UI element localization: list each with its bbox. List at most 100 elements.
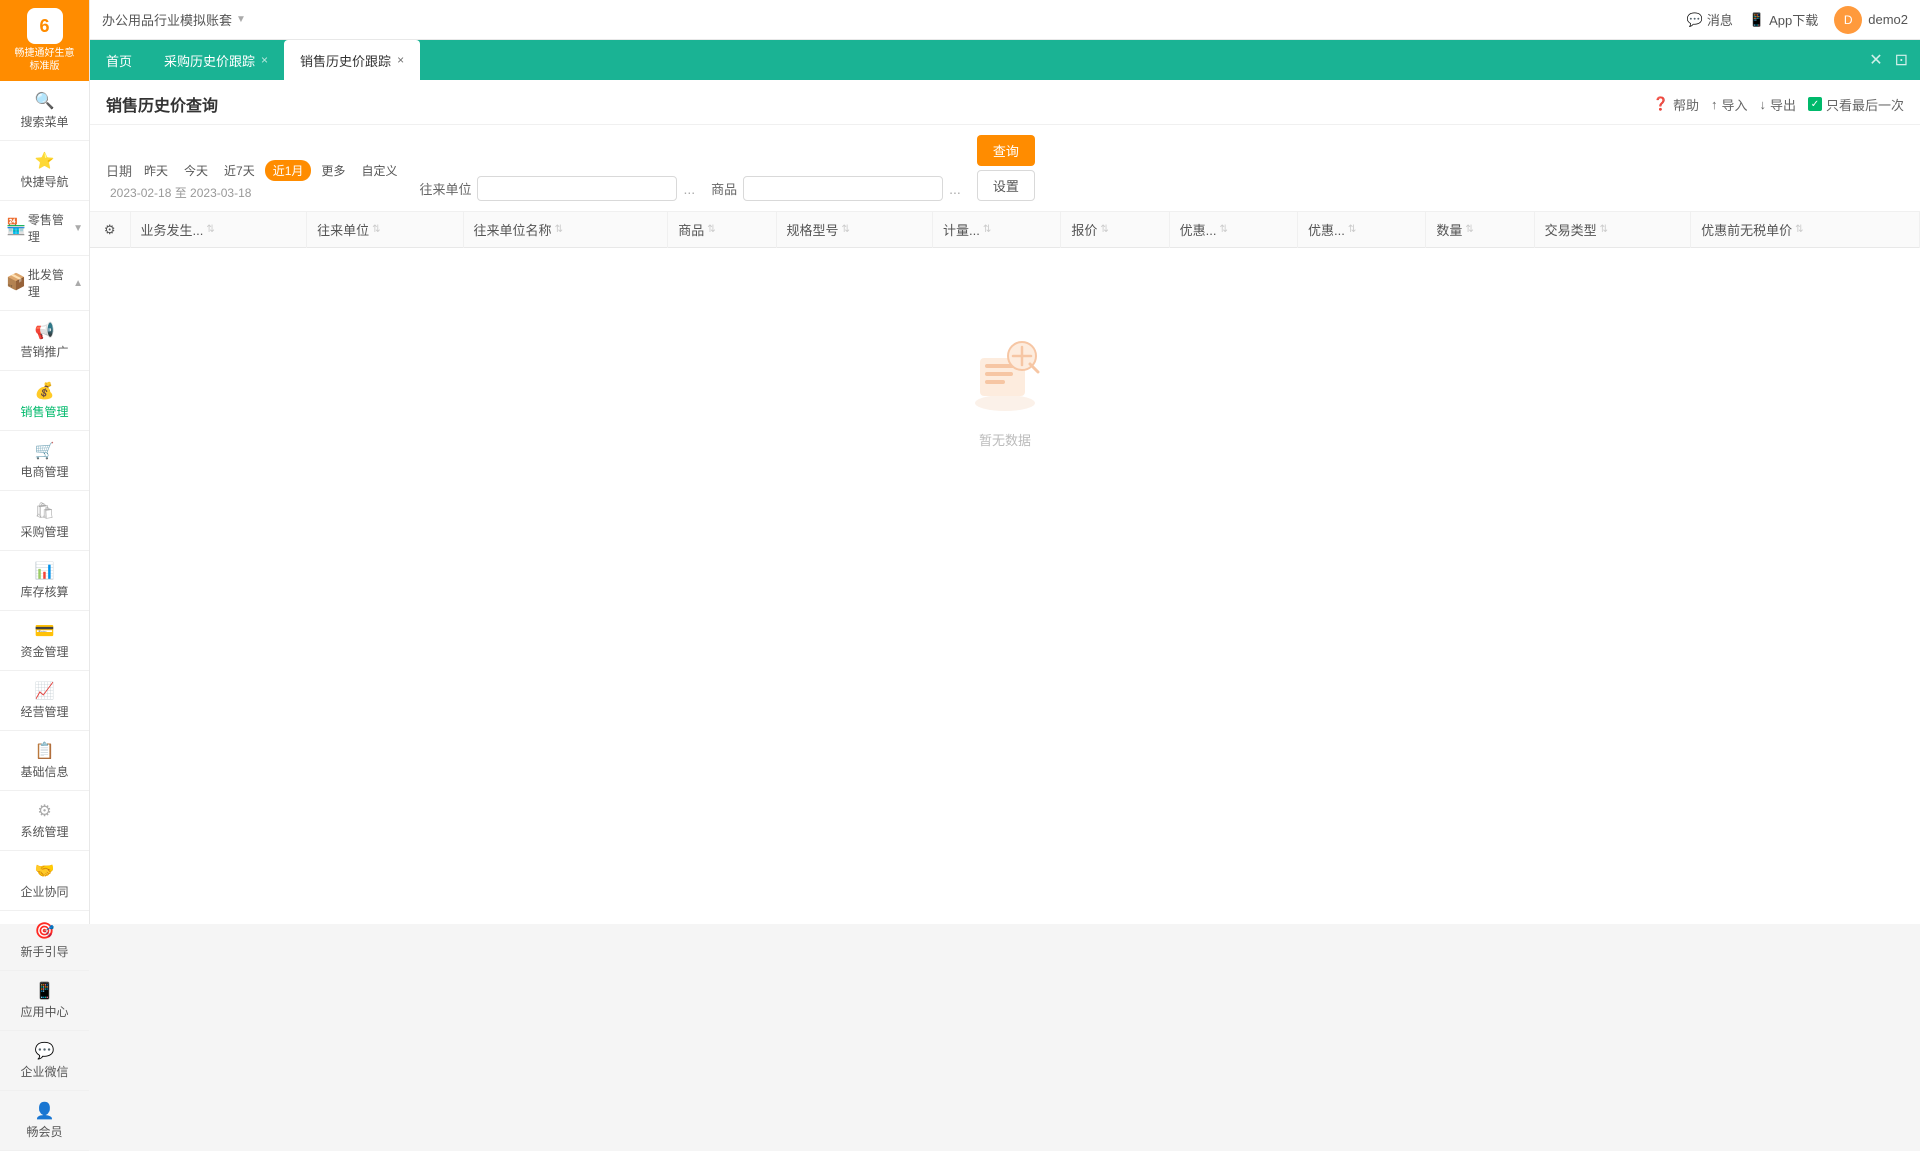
- chevron-up-icon: ▲: [73, 278, 83, 289]
- empty-illustration: [960, 328, 1050, 418]
- table-col-discount-rate[interactable]: 优惠... ⇅: [1169, 212, 1297, 248]
- table-col-discount-amt[interactable]: 优惠... ⇅: [1298, 212, 1426, 248]
- tab-close-sales[interactable]: ×: [397, 53, 404, 67]
- purchase-icon: 🛍: [34, 501, 54, 521]
- product-input[interactable]: [743, 176, 943, 201]
- sidebar-item-label: 基础信息: [20, 763, 68, 780]
- tab-purchase-history[interactable]: 采购历史价跟踪 ×: [148, 40, 284, 80]
- product-dots-button[interactable]: ...: [949, 181, 961, 197]
- date-tab-yesterday[interactable]: 昨天: [138, 160, 174, 181]
- table-col-pretax-price[interactable]: 优惠前无税单价 ⇅: [1691, 212, 1920, 248]
- customer-label: 往来单位: [419, 179, 471, 198]
- quick-nav-icon: ⭐: [35, 151, 55, 171]
- table-col-partner-name[interactable]: 往来单位名称 ⇅: [463, 212, 668, 248]
- sidebar-item-finance[interactable]: 💳 资金管理: [0, 611, 89, 671]
- sidebar-item-newbie[interactable]: 🎯 新手引导: [0, 911, 89, 971]
- table-col-spec[interactable]: 规格型号 ⇅: [776, 212, 932, 248]
- avatar: D: [1834, 6, 1862, 34]
- table-col-biz-date[interactable]: 业务发生... ⇅: [130, 212, 307, 248]
- sidebar-item-wholesale[interactable]: 📦 批发管理 ▲: [0, 256, 89, 311]
- user-menu[interactable]: D demo2: [1834, 6, 1908, 34]
- sort-icon: ⇅: [206, 224, 214, 235]
- sidebar-item-label: 应用中心: [20, 1003, 68, 1020]
- sidebar-item-apps[interactable]: 📱 应用中心: [0, 971, 89, 1031]
- date-tab-today[interactable]: 今天: [178, 160, 214, 181]
- empty-state: 暂无数据: [90, 248, 1920, 529]
- sidebar-item-search[interactable]: 🔍 搜索菜单: [0, 81, 89, 141]
- sort-icon: ⇅: [983, 224, 991, 235]
- customer-dots-button[interactable]: ...: [683, 181, 695, 197]
- sidebar-item-retail[interactable]: 🏪 零售管理 ▼: [0, 201, 89, 256]
- sidebar-item-operation[interactable]: 📈 经营管理: [0, 671, 89, 731]
- query-button[interactable]: 查询: [977, 135, 1035, 166]
- date-tab-custom[interactable]: 自定义: [355, 160, 403, 181]
- import-button[interactable]: ↑ 导入: [1711, 95, 1748, 114]
- wholesale-icon: 📦: [6, 272, 26, 292]
- customer-filter-group: 往来单位 ...: [419, 176, 695, 201]
- export-button[interactable]: ↓ 导出: [1759, 95, 1796, 114]
- sidebar-item-sales-mgmt[interactable]: 💰 销售管理: [0, 371, 89, 431]
- top-bar: 办公用品行业模拟账套 ▼ 💬 消息 📱 App下载 D demo2: [90, 0, 1920, 40]
- table-col-partner-code[interactable]: 往来单位 ⇅: [307, 212, 463, 248]
- chevron-down-icon: ▼: [73, 223, 83, 234]
- main-area: 办公用品行业模拟账套 ▼ 💬 消息 📱 App下载 D demo2 首页: [90, 0, 1920, 924]
- logo-text: 畅捷通好生意 标准版: [15, 47, 75, 73]
- table-col-gear[interactable]: ⚙: [90, 212, 130, 248]
- retail-icon: 🏪: [6, 217, 26, 237]
- message-icon: 💬: [1687, 12, 1703, 28]
- export-icon: ↓: [1759, 97, 1766, 112]
- sidebar: 6 畅捷通好生意 标准版 🔍 搜索菜单 ⭐ 快捷导航 🏪 零售管理 ▼ 📦 批发…: [0, 0, 90, 924]
- ecom-icon: 🛒: [35, 441, 55, 461]
- tab-home[interactable]: 首页: [90, 40, 148, 80]
- company-selector[interactable]: 办公用品行业模拟账套 ▼: [102, 10, 246, 29]
- company-name: 办公用品行业模拟账套: [102, 10, 232, 29]
- sort-icon: ⇅: [555, 224, 563, 235]
- sidebar-item-label: 经营管理: [20, 703, 68, 720]
- close-window-button[interactable]: ✕: [1865, 46, 1886, 74]
- help-button[interactable]: ❓ 帮助: [1653, 95, 1699, 114]
- operation-icon: 📈: [35, 681, 55, 701]
- sidebar-item-member[interactable]: 👤 畅会员: [0, 1091, 89, 1151]
- date-tab-7days[interactable]: 近7天: [218, 160, 261, 181]
- sidebar-item-label: 销售管理: [20, 403, 68, 420]
- app-logo[interactable]: 6 畅捷通好生意 标准版: [0, 0, 89, 81]
- sidebar-item-label: 搜索菜单: [20, 113, 68, 130]
- table-col-price[interactable]: 报价 ⇅: [1061, 212, 1169, 248]
- tab-label: 销售历史价跟踪: [300, 51, 391, 70]
- table-col-unit[interactable]: 计量... ⇅: [933, 212, 1061, 248]
- date-tab-1month[interactable]: 近1月: [265, 160, 312, 181]
- tab-label: 首页: [106, 51, 132, 70]
- message-button[interactable]: 💬 消息: [1687, 10, 1733, 29]
- sidebar-item-label: 系统管理: [20, 823, 68, 840]
- table-col-product[interactable]: 商品 ⇅: [668, 212, 776, 248]
- date-range-group: 日期 昨天 今天 近7天 近1月 更多 自定义 2023-02-18 至 202…: [106, 160, 403, 201]
- date-tab-more[interactable]: 更多: [315, 160, 351, 181]
- maximize-window-button[interactable]: ⊡: [1891, 46, 1912, 74]
- sidebar-item-basic-info[interactable]: 📋 基础信息: [0, 731, 89, 791]
- sidebar-item-ecom[interactable]: 🛒 电商管理: [0, 431, 89, 491]
- tab-bar-actions: ✕ ⊡: [1865, 46, 1920, 74]
- content-area: 销售历史价查询 ❓ 帮助 ↑ 导入 ↓ 导出 ✓ 只看最后一次: [90, 80, 1920, 924]
- sidebar-item-enterprise[interactable]: 🤝 企业协同: [0, 851, 89, 911]
- sidebar-item-system[interactable]: ⚙ 系统管理: [0, 791, 89, 851]
- settings-button[interactable]: 设置: [977, 170, 1035, 201]
- sidebar-item-quick-nav[interactable]: ⭐ 快捷导航: [0, 141, 89, 201]
- sidebar-item-inventory[interactable]: 📊 库存核算: [0, 551, 89, 611]
- phone-icon: 📱: [1749, 12, 1765, 28]
- sidebar-item-label: 批发管理: [28, 266, 71, 300]
- only-latest-checkbox-label[interactable]: ✓ 只看最后一次: [1808, 95, 1904, 114]
- sidebar-item-label: 采购管理: [20, 523, 68, 540]
- enterprise-icon: 🤝: [35, 861, 55, 881]
- data-table: ⚙ 业务发生... ⇅ 往来单位 ⇅: [90, 212, 1920, 248]
- app-download-button[interactable]: 📱 App下载: [1749, 10, 1818, 29]
- tab-sales-history[interactable]: 销售历史价跟踪 ×: [284, 40, 420, 80]
- query-actions: 查询 设置: [977, 135, 1035, 201]
- sidebar-item-marketing[interactable]: 📢 营销推广: [0, 311, 89, 371]
- search-icon: 🔍: [35, 91, 55, 111]
- sidebar-item-wechat[interactable]: 💬 企业微信: [0, 1031, 89, 1091]
- tab-close-purchase[interactable]: ×: [261, 53, 268, 67]
- customer-input[interactable]: [477, 176, 677, 201]
- table-col-quantity[interactable]: 数量 ⇅: [1426, 212, 1534, 248]
- table-col-trade-type[interactable]: 交易类型 ⇅: [1534, 212, 1690, 248]
- sidebar-item-purchase[interactable]: 🛍 采购管理: [0, 491, 89, 551]
